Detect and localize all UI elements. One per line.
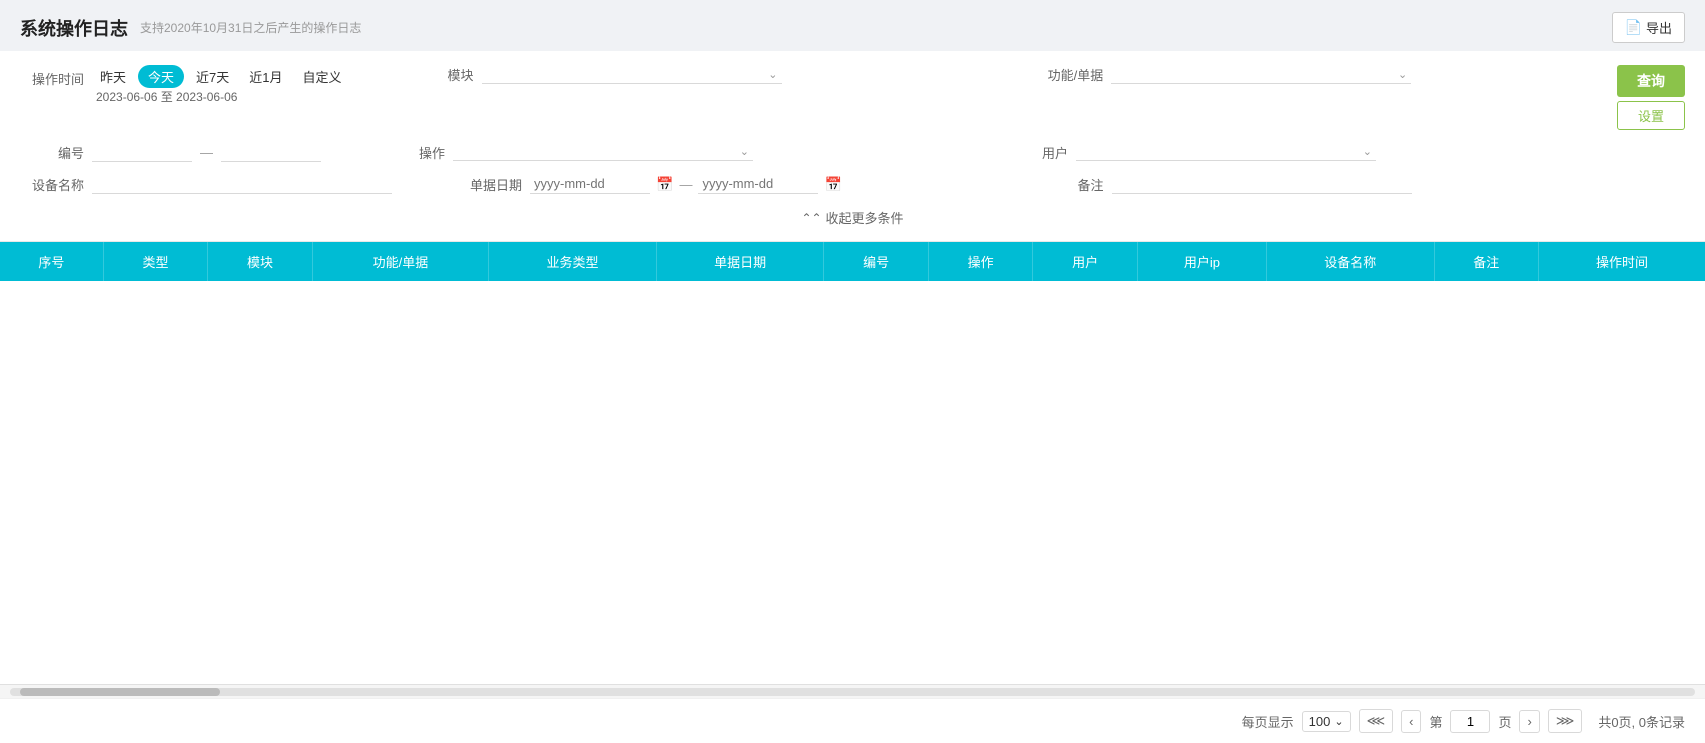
time-range-display: 2023-06-06 至 2023-06-06	[96, 88, 350, 105]
user-select[interactable]: ⌄	[1076, 143, 1376, 161]
time-filter-group: 操作时间 昨天 今天 近7天 近1月 自定义 2023-06-06 至 2023…	[20, 65, 350, 105]
number-range: —	[92, 142, 321, 162]
page-label: 第	[1429, 712, 1442, 731]
last-page-button[interactable]: ⋙	[1548, 709, 1583, 733]
function-select[interactable]: ⌄	[1111, 66, 1411, 84]
filter-area: 操作时间 昨天 今天 近7天 近1月 自定义 2023-06-06 至 2023…	[0, 51, 1705, 242]
number-label: 编号	[20, 143, 84, 162]
module-label: 模块	[410, 65, 474, 84]
col-doc-date: 单据日期	[656, 242, 824, 281]
number-to-input[interactable]	[221, 142, 321, 162]
table-header-row: 序号 类型 模块 功能/单据 业务类型 单据日期 编号 操作 用户 用户ip 设…	[0, 242, 1705, 281]
calendar-from-icon[interactable]: 📅	[656, 176, 673, 193]
1month-btn[interactable]: 近1月	[241, 65, 290, 88]
col-remark: 备注	[1434, 242, 1538, 281]
module-dropdown-arrow: ⌄	[768, 68, 777, 81]
collapse-icon: ⌃⌃	[801, 211, 821, 225]
date-to-input[interactable]	[698, 174, 818, 194]
collapse-row: ⌃⌃ 收起更多条件	[20, 202, 1685, 231]
table-area: 序号 类型 模块 功能/单据 业务类型 单据日期 编号 操作 用户 用户ip 设…	[0, 242, 1705, 684]
collapse-button[interactable]: ⌃⌃ 收起更多条件	[801, 208, 903, 227]
number-from-input[interactable]	[92, 142, 192, 162]
date-from-input[interactable]	[530, 174, 650, 194]
col-module: 模块	[208, 242, 312, 281]
remark-input[interactable]	[1112, 174, 1412, 194]
per-page-select[interactable]: 100 ⌄	[1302, 711, 1351, 732]
per-page-arrow: ⌄	[1334, 715, 1343, 728]
number-filter-group: 编号 —	[20, 142, 321, 162]
7days-btn[interactable]: 近7天	[188, 65, 237, 88]
table-header: 序号 类型 模块 功能/单据 业务类型 单据日期 编号 操作 用户 用户ip 设…	[0, 242, 1705, 281]
remark-label: 备注	[1024, 175, 1104, 194]
data-table: 序号 类型 模块 功能/单据 业务类型 单据日期 编号 操作 用户 用户ip 设…	[0, 242, 1705, 281]
action-buttons: 查询 设置	[1617, 65, 1685, 130]
horizontal-scrollbar[interactable]	[0, 684, 1705, 698]
operation-filter-group: 操作 ⌄	[381, 143, 948, 162]
first-page-button[interactable]: ⋘	[1359, 709, 1394, 733]
custom-btn[interactable]: 自定义	[295, 65, 350, 88]
device-input[interactable]	[92, 174, 392, 194]
total-label: 共0页, 0条记录	[1598, 712, 1685, 731]
number-dash: —	[200, 145, 213, 160]
user-dropdown-arrow: ⌄	[1363, 145, 1372, 158]
col-biz-type: 业务类型	[489, 242, 657, 281]
export-icon: 📄	[1625, 19, 1642, 36]
scrollbar-thumb[interactable]	[20, 688, 220, 696]
yesterday-btn[interactable]: 昨天	[92, 65, 134, 88]
per-page-label: 每页显示	[1242, 712, 1294, 731]
device-filter-group: 设备名称	[20, 174, 392, 194]
scrollbar-track	[10, 688, 1695, 696]
time-label: 操作时间	[20, 69, 84, 88]
page-subtitle: 支持2020年10月31日之后产生的操作日志	[140, 19, 361, 36]
prev-page-button[interactable]: ‹	[1401, 710, 1421, 733]
operation-label: 操作	[381, 143, 445, 162]
col-user: 用户	[1033, 242, 1137, 281]
page-header: 系统操作日志 支持2020年10月31日之后产生的操作日志 📄 导出	[0, 0, 1705, 51]
col-device: 设备名称	[1266, 242, 1434, 281]
settings-button[interactable]: 设置	[1617, 101, 1685, 130]
date-filter-group: 单据日期 📅 — 📅	[452, 174, 984, 194]
col-type: 类型	[103, 242, 207, 281]
header-left: 系统操作日志 支持2020年10月31日之后产生的操作日志	[20, 15, 361, 41]
next-page-button[interactable]: ›	[1519, 710, 1539, 733]
date-label: 单据日期	[452, 175, 522, 194]
function-filter-group: 功能/单据 ⌄	[1023, 65, 1597, 84]
remark-filter-group: 备注	[1024, 174, 1556, 194]
date-dash: —	[679, 177, 692, 192]
export-button[interactable]: 📄 导出	[1612, 12, 1685, 43]
today-btn[interactable]: 今天	[138, 65, 184, 88]
function-dropdown-arrow: ⌄	[1398, 68, 1407, 81]
per-page-value: 100	[1309, 714, 1331, 729]
collapse-label: 收起更多条件	[826, 208, 904, 227]
page-label2: 页	[1498, 712, 1511, 731]
operation-dropdown-arrow: ⌄	[740, 145, 749, 158]
module-filter-group: 模块 ⌄	[410, 65, 984, 84]
pagination-area: 每页显示 100 ⌄ ⋘ ‹ 第 页 › ⋙ 共0页, 0条记录	[0, 698, 1705, 743]
col-function: 功能/单据	[312, 242, 488, 281]
calendar-to-icon[interactable]: 📅	[824, 176, 841, 193]
col-user-ip: 用户ip	[1137, 242, 1266, 281]
page-number-input[interactable]	[1450, 710, 1490, 733]
date-range: 📅 — 📅	[530, 174, 842, 194]
function-label: 功能/单据	[1023, 65, 1103, 84]
user-filter-group: 用户 ⌄	[988, 143, 1555, 162]
page-wrapper: 系统操作日志 支持2020年10月31日之后产生的操作日志 📄 导出 操作时间 …	[0, 0, 1705, 743]
query-button[interactable]: 查询	[1617, 65, 1685, 97]
main-content: 序号 类型 模块 功能/单据 业务类型 单据日期 编号 操作 用户 用户ip 设…	[0, 242, 1705, 743]
operation-select[interactable]: ⌄	[453, 143, 753, 161]
time-buttons: 昨天 今天 近7天 近1月 自定义	[92, 65, 350, 88]
export-label: 导出	[1646, 18, 1672, 37]
col-op-time: 操作时间	[1539, 242, 1705, 281]
col-operation: 操作	[928, 242, 1032, 281]
page-title: 系统操作日志	[20, 15, 128, 41]
user-label: 用户	[988, 143, 1068, 162]
col-seq: 序号	[0, 242, 103, 281]
time-controls: 昨天 今天 近7天 近1月 自定义 2023-06-06 至 2023-06-0…	[92, 65, 350, 105]
module-select[interactable]: ⌄	[482, 66, 782, 84]
device-label: 设备名称	[20, 175, 84, 194]
col-number: 编号	[824, 242, 928, 281]
